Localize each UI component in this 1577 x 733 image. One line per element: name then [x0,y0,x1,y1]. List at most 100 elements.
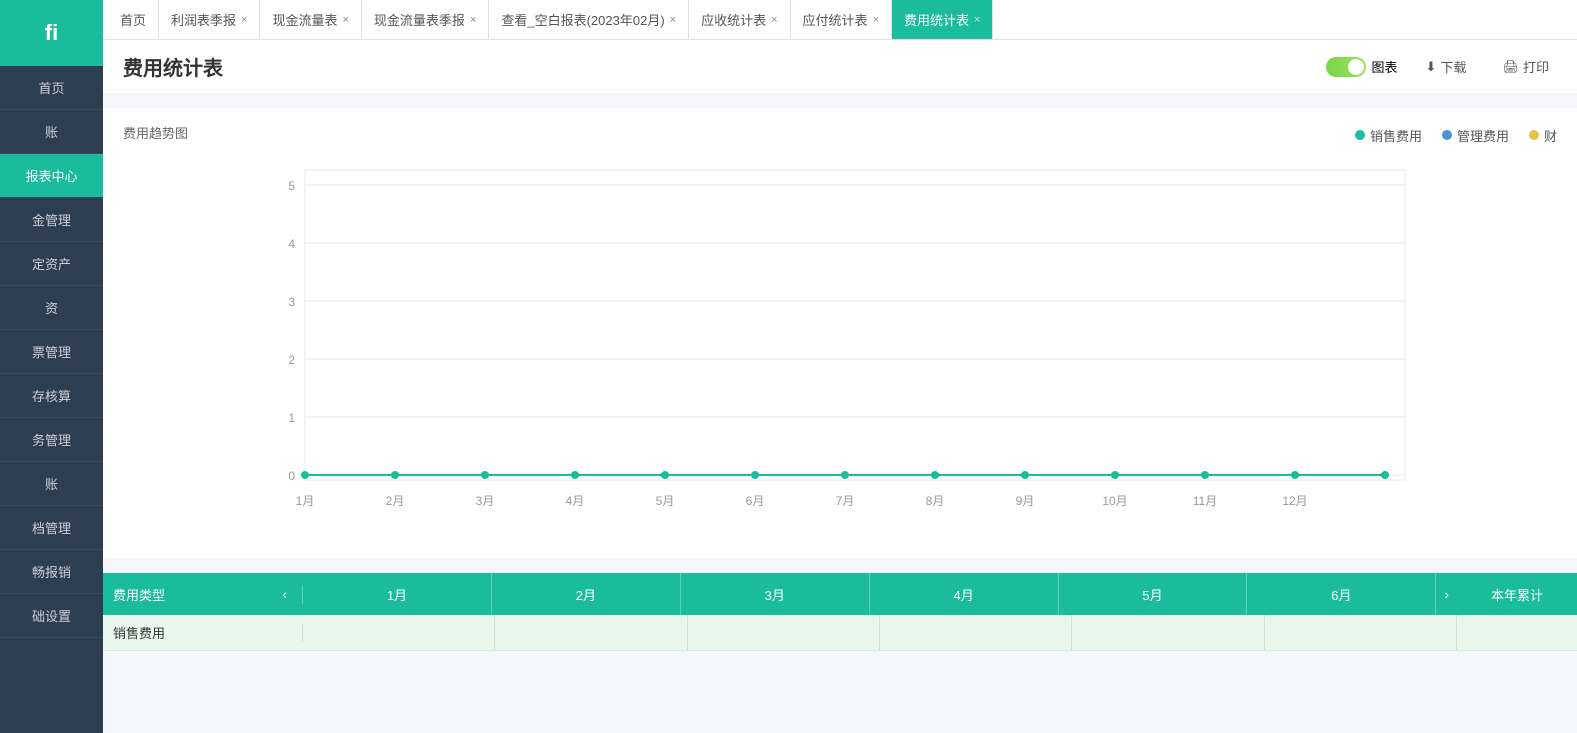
table-row: 销售费用 [103,615,1577,651]
download-label: 下载 [1440,57,1466,76]
chart-area: 5 4 3 2 1 0 [123,160,1557,543]
svg-text:3: 3 [288,295,295,309]
chart-toggle-wrapper: 图表 [1326,57,1398,77]
col-month-5: 5月 [1059,573,1248,615]
tab-home-label: 首页 [120,10,146,29]
sidebar-item-salary[interactable]: 资 [0,286,103,330]
tab-cashflow-quarterly-label: 现金流量表季报 [374,10,465,29]
tab-receivable-close[interactable]: × [771,14,777,26]
legend-finance: 财 [1529,126,1557,145]
col-month-2: 2月 [492,573,681,615]
tab-payable-close[interactable]: × [873,14,879,26]
tab-cashflow[interactable]: 现金流量表 × [260,0,361,40]
svg-text:0: 0 [288,469,295,483]
tab-payable[interactable]: 应付统计表 × [791,0,892,40]
print-icon: 🖨 [1502,59,1519,75]
svg-text:3月: 3月 [476,494,495,508]
tab-profit-close[interactable]: × [241,14,247,26]
tab-expense[interactable]: 费用统计表 × [892,0,993,40]
svg-text:8月: 8月 [926,494,945,508]
sidebar-item-reports[interactable]: 报表中心 [0,154,103,198]
sidebar-item-ledger[interactable]: 账 [0,110,103,154]
nav-prev-arrow[interactable]: ‹ [277,586,292,602]
svg-text:1月: 1月 [296,494,315,508]
sidebar-logo: fi [0,0,103,66]
svg-text:2: 2 [288,353,295,367]
trend-chart: 5 4 3 2 1 0 [123,160,1557,540]
row-cell-2 [495,615,687,650]
svg-text:6月: 6月 [746,494,765,508]
row-type-sales: 销售费用 [103,623,303,642]
tab-payable-label: 应付统计表 [803,10,868,29]
sidebar-item-inventory[interactable]: 存核算 [0,374,103,418]
chart-title: 费用趋势图 [123,123,188,142]
tab-cashflow-label: 现金流量表 [272,10,337,29]
legend-finance-label: 财 [1544,126,1557,145]
page-content: 费用统计表 图表 ⬇ 下载 🖨 打印 费用趋势图 [103,40,1577,733]
legend-admin-dot [1442,130,1452,140]
tab-cashflow-quarterly-close[interactable]: × [470,14,476,26]
col-month-1: 1月 [303,573,492,615]
tab-profit[interactable]: 利润表季报 × [159,0,260,40]
col-month-3: 3月 [681,573,870,615]
chart-section: 费用趋势图 销售费用 管理费用 财 [103,108,1577,558]
svg-text:10月: 10月 [1102,494,1127,508]
data-table: 费用类型 ‹ 1月 2月 3月 4月 5月 6月 › 本年累计 销售费用 [103,573,1577,651]
header-actions: 图表 ⬇ 下载 🖨 打印 [1326,53,1557,80]
sidebar-item-home[interactable]: 首页 [0,66,103,110]
chart-legend: 销售费用 管理费用 财 [1355,126,1557,145]
tab-cashflow-close[interactable]: × [342,14,348,26]
tab-profit-label: 利润表季报 [171,10,236,29]
legend-sales-label: 销售费用 [1370,126,1422,145]
page-title: 费用统计表 [123,52,223,81]
sidebar-item-assets[interactable]: 定资产 [0,242,103,286]
col-type-label: 费用类型 [113,585,165,604]
sidebar-item-invoice[interactable]: 票管理 [0,330,103,374]
tab-blank-report[interactable]: 查看_空白报表(2023年02月) × [489,0,689,40]
svg-text:4月: 4月 [566,494,585,508]
tab-bar: 首页 利润表季报 × 现金流量表 × 现金流量表季报 × 查看_空白报表(202… [103,0,1577,40]
svg-text:11月: 11月 [1193,494,1217,508]
download-button[interactable]: ⬇ 下载 [1418,53,1475,80]
svg-text:9月: 9月 [1016,494,1035,508]
svg-text:2月: 2月 [386,494,405,508]
col-month-6: 6月 [1247,573,1436,615]
tab-receivable[interactable]: 应收统计表 × [689,0,790,40]
svg-text:7月: 7月 [836,494,855,508]
sidebar-item-cash[interactable]: 金管理 [0,198,103,242]
sidebar: fi 首页 账 报表中心 金管理 定资产 资 票管理 存核算 务管理 账 档管理… [0,0,103,733]
download-icon: ⬇ [1426,59,1437,75]
print-label: 打印 [1523,57,1549,76]
legend-sales-dot [1355,130,1365,140]
tab-blank-report-label: 查看_空白报表(2023年02月) [501,10,664,29]
tab-receivable-label: 应收统计表 [701,10,766,29]
row-cell-4 [880,615,1072,650]
col-total-header: 本年累计 [1457,585,1577,604]
row-cell-6 [1265,615,1457,650]
svg-text:4: 4 [288,237,295,251]
print-button[interactable]: 🖨 打印 [1494,53,1557,80]
sidebar-item-account2[interactable]: 账 [0,462,103,506]
sidebar-item-expense[interactable]: 畅报销 [0,550,103,594]
svg-text:12月: 12月 [1282,494,1307,508]
main-content: 首页 利润表季报 × 现金流量表 × 现金流量表季报 × 查看_空白报表(202… [103,0,1577,733]
tab-expense-close[interactable]: × [974,14,980,26]
svg-text:5月: 5月 [656,494,675,508]
col-type-header: 费用类型 ‹ [103,585,303,604]
sidebar-item-service[interactable]: 务管理 [0,418,103,462]
tab-cashflow-quarterly[interactable]: 现金流量表季报 × [362,0,489,40]
row-cell-3 [688,615,880,650]
sidebar-item-settings[interactable]: 础设置 [0,594,103,638]
svg-text:5: 5 [288,179,295,193]
nav-next-arrow[interactable]: › [1436,586,1457,602]
chart-toggle[interactable] [1326,57,1366,77]
page-header: 费用统计表 图表 ⬇ 下载 🖨 打印 [103,40,1577,93]
col-month-4: 4月 [870,573,1059,615]
svg-text:1: 1 [288,411,295,425]
tab-blank-report-close[interactable]: × [670,14,676,26]
sidebar-item-archive[interactable]: 档管理 [0,506,103,550]
legend-finance-dot [1529,130,1539,140]
legend-sales: 销售费用 [1355,126,1422,145]
chart-toggle-label: 图表 [1372,57,1398,76]
tab-home[interactable]: 首页 [108,0,159,40]
